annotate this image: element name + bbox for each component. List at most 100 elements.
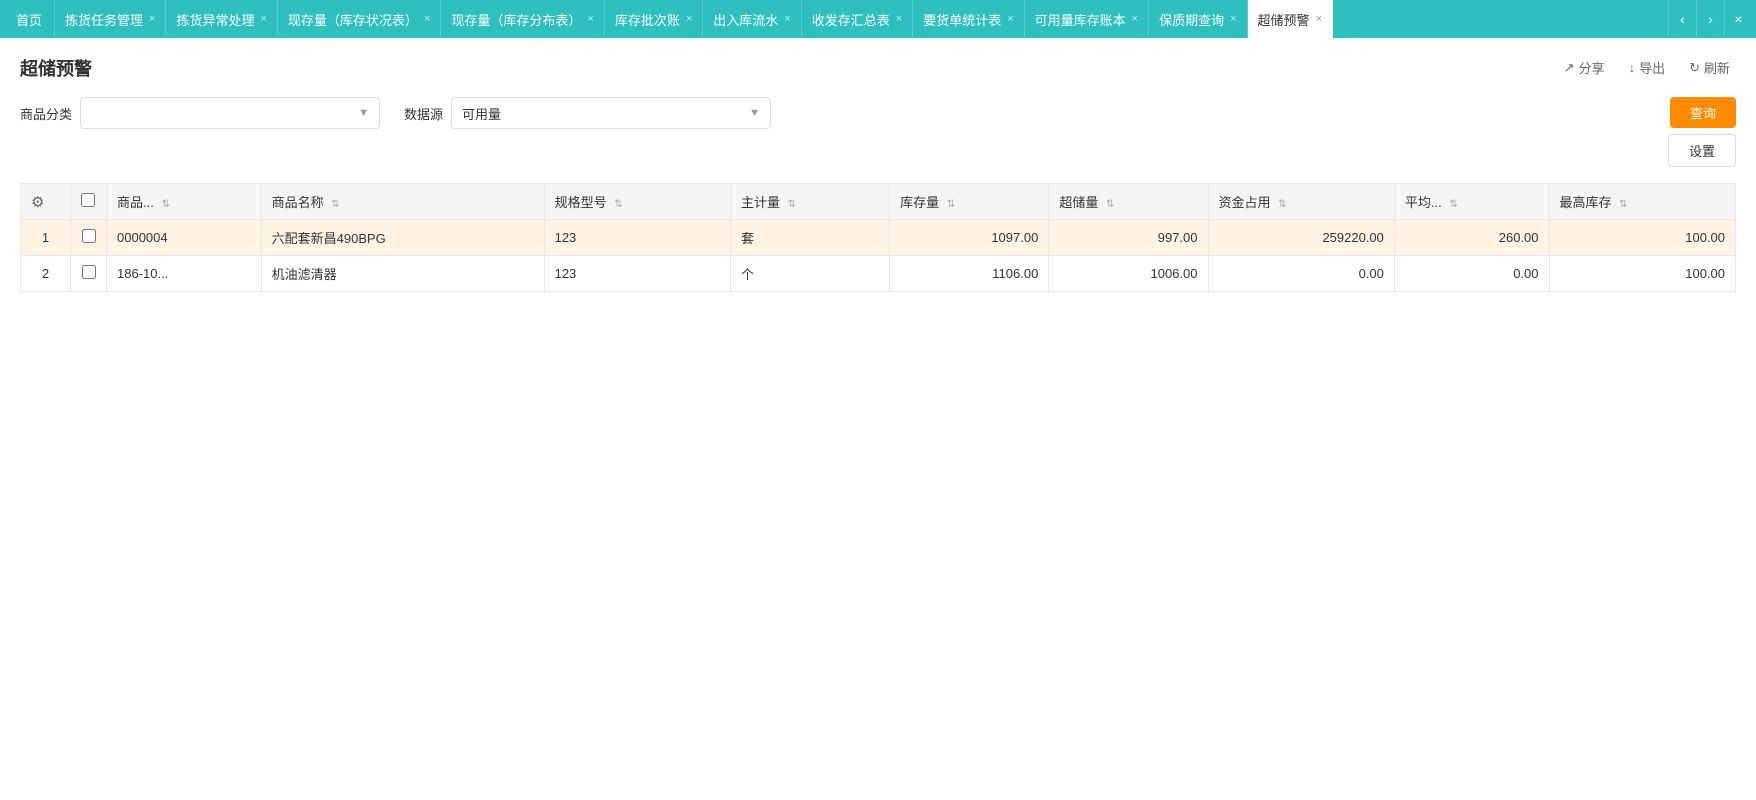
datasource-chevron-icon: ▼ (749, 107, 760, 119)
category-label: 商品分类 (20, 104, 72, 123)
th-capital-label: 资金占用 (1219, 195, 1271, 210)
nav-tab-stock-dist-close[interactable]: × (587, 13, 593, 25)
nav-arrow-left[interactable]: ‹ (1668, 0, 1696, 38)
nav-tab-stock-dist-label: 现存量（库存分布表） (451, 10, 581, 29)
query-button[interactable]: 查询 (1670, 97, 1736, 128)
th-max-stock[interactable]: 最高库存 ⇅ (1549, 184, 1735, 220)
category-select[interactable]: ▼ (80, 97, 380, 129)
sort-icon-capital: ⇅ (1278, 199, 1286, 210)
th-settings[interactable]: ⚙ (21, 184, 71, 220)
th-max-stock-label: 最高库存 (1560, 195, 1612, 210)
nav-arrows: ‹ › × (1668, 0, 1752, 38)
row-checkbox-1[interactable] (82, 265, 96, 279)
th-capital[interactable]: 资金占用 ⇅ (1208, 184, 1394, 220)
nav-tab-flow-close[interactable]: × (784, 13, 790, 25)
th-product-name[interactable]: 商品名称 ⇅ (261, 184, 544, 220)
refresh-button[interactable]: ↻ 刷新 (1683, 54, 1736, 81)
nav-tab-summary-close[interactable]: × (896, 13, 902, 25)
td-spec-0: 123 (544, 220, 730, 256)
th-avg[interactable]: 平均... ⇅ (1394, 184, 1549, 220)
refresh-icon: ↻ (1689, 60, 1700, 76)
td-over-stock-1: 1006.00 (1049, 256, 1208, 292)
th-spec-label: 规格型号 (555, 195, 607, 210)
gear-icon[interactable]: ⚙ (31, 194, 44, 211)
page-header: 超储预警 ↗ 分享 ↓ 导出 ↻ 刷新 (20, 54, 1736, 81)
th-spec[interactable]: 规格型号 ⇅ (544, 184, 730, 220)
nav-tab-requisition[interactable]: 要货单统计表 × (913, 0, 1024, 38)
nav-tab-batch[interactable]: 库存批次账 × (605, 0, 703, 38)
page-container: 超储预警 ↗ 分享 ↓ 导出 ↻ 刷新 商品分类 ▼ 数据源 (0, 38, 1756, 800)
nav-arrow-close[interactable]: × (1724, 0, 1752, 38)
th-product-code-label: 商品... (117, 195, 154, 210)
th-unit-label: 主计量 (741, 195, 780, 210)
nav-tab-stock-status-close[interactable]: × (424, 13, 430, 25)
nav-tab-available-close[interactable]: × (1132, 13, 1138, 25)
datasource-value: 可用量 (462, 104, 501, 123)
nav-tab-summary-label: 收发存汇总表 (812, 10, 890, 29)
td-checkbox-1[interactable] (71, 256, 107, 292)
td-unit-0: 套 (730, 220, 889, 256)
td-max-stock-1: 100.00 (1549, 256, 1735, 292)
data-table: ⚙ 商品... ⇅ 商品名称 ⇅ 规格型号 ⇅ 主计量 (20, 183, 1736, 292)
sort-icon-spec: ⇅ (614, 199, 622, 210)
nav-tab-stock-status-label: 现存量（库存状况表） (288, 10, 418, 29)
home-label: 首页 (16, 10, 42, 29)
page-title: 超储预警 (20, 55, 92, 81)
datasource-label: 数据源 (404, 104, 443, 123)
nav-tab-flow-label: 出入库流水 (713, 10, 778, 29)
nav-tab-pickabnormal[interactable]: 拣货异常处理 × (166, 0, 277, 38)
td-row-num-0: 1 (21, 220, 71, 256)
settings-button[interactable]: 设置 (1668, 134, 1736, 167)
nav-tab-expiry[interactable]: 保质期查询 × (1149, 0, 1247, 38)
datasource-select[interactable]: 可用量 ▼ (451, 97, 771, 129)
table-header-row: ⚙ 商品... ⇅ 商品名称 ⇅ 规格型号 ⇅ 主计量 (21, 184, 1736, 220)
nav-tab-batch-close[interactable]: × (686, 13, 692, 25)
nav-tab-available[interactable]: 可用量库存账本 × (1025, 0, 1149, 38)
sort-icon-avg: ⇅ (1449, 199, 1457, 210)
nav-tab-pickjob-close[interactable]: × (149, 13, 155, 25)
row-checkbox-0[interactable] (82, 229, 96, 243)
export-icon: ↓ (1629, 60, 1636, 75)
th-checkbox[interactable] (71, 184, 107, 220)
export-button[interactable]: ↓ 导出 (1623, 54, 1672, 81)
nav-tab-stock-status[interactable]: 现存量（库存状况表） × (278, 0, 441, 38)
sort-icon-max-stock: ⇅ (1619, 199, 1627, 210)
th-unit[interactable]: 主计量 ⇅ (730, 184, 889, 220)
category-filter-group: 商品分类 ▼ (20, 97, 380, 129)
sort-icon-over-stock: ⇅ (1106, 199, 1114, 210)
nav-tab-summary[interactable]: 收发存汇总表 × (802, 0, 913, 38)
nav-tab-overstock-label: 超储预警 (1258, 10, 1310, 29)
home-tab[interactable]: 首页 (4, 0, 55, 38)
td-row-num-1: 2 (21, 256, 71, 292)
nav-tab-overstock[interactable]: 超储预警 × (1248, 0, 1333, 38)
nav-tab-pickjob-label: 拣货任务管理 (65, 10, 143, 29)
nav-tab-overstock-close[interactable]: × (1316, 13, 1322, 25)
nav-tab-requisition-close[interactable]: × (1007, 13, 1013, 25)
nav-tab-flow[interactable]: 出入库流水 × (703, 0, 801, 38)
category-chevron-icon: ▼ (358, 107, 369, 119)
td-unit-1: 个 (730, 256, 889, 292)
nav-tab-pickabnormal-close[interactable]: × (260, 13, 266, 25)
table-row: 2 186-10... 机油滤清器 123 个 1106.00 1006.00 … (21, 256, 1736, 292)
td-stock-0: 1097.00 (890, 220, 1049, 256)
nav-tab-stock-dist[interactable]: 现存量（库存分布表） × (441, 0, 604, 38)
refresh-label: 刷新 (1704, 58, 1730, 77)
th-over-stock-label: 超储量 (1059, 195, 1098, 210)
th-over-stock[interactable]: 超储量 ⇅ (1049, 184, 1208, 220)
td-spec-1: 123 (544, 256, 730, 292)
nav-tab-expiry-label: 保质期查询 (1159, 10, 1224, 29)
nav-tab-expiry-close[interactable]: × (1230, 13, 1236, 25)
nav-tab-requisition-label: 要货单统计表 (923, 10, 1001, 29)
share-button[interactable]: ↗ 分享 (1558, 54, 1611, 81)
th-product-code[interactable]: 商品... ⇅ (107, 184, 262, 220)
select-all-checkbox[interactable] (81, 193, 95, 207)
td-product-code-0: 0000004 (107, 220, 262, 256)
th-stock-label: 库存量 (900, 195, 939, 210)
td-capital-0: 259220.00 (1208, 220, 1394, 256)
header-actions: ↗ 分享 ↓ 导出 ↻ 刷新 (1558, 54, 1736, 81)
td-checkbox-0[interactable] (71, 220, 107, 256)
nav-tab-pickjob[interactable]: 拣货任务管理 × (55, 0, 166, 38)
sort-icon-product-name: ⇅ (331, 199, 339, 210)
th-stock[interactable]: 库存量 ⇅ (890, 184, 1049, 220)
nav-arrow-right[interactable]: › (1696, 0, 1724, 38)
